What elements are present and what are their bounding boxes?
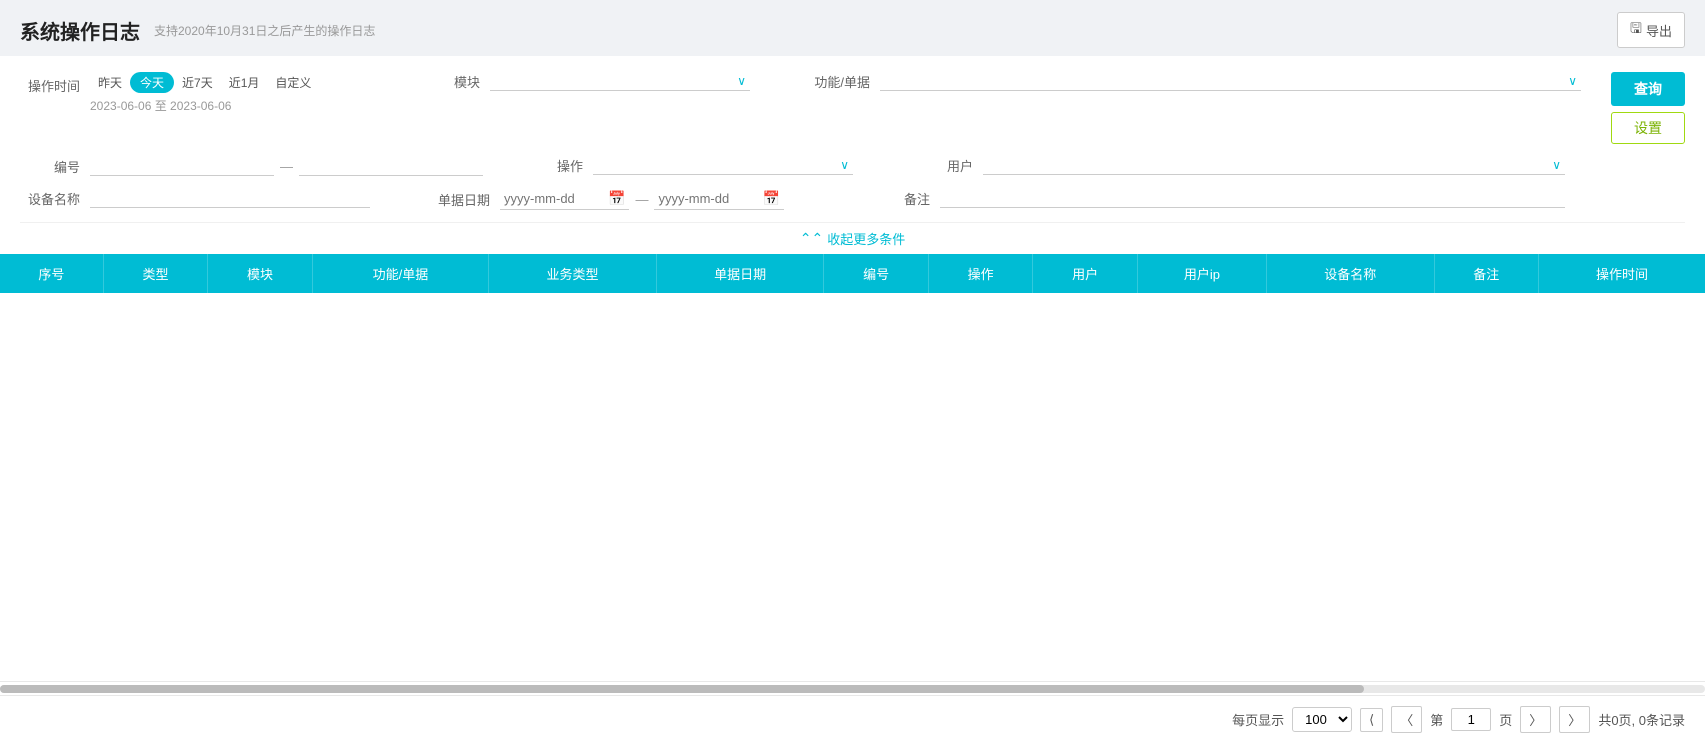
first-page-btn[interactable]: ⟨ — [1360, 708, 1383, 732]
export-button[interactable]: 🖫 导出 — [1617, 12, 1685, 48]
query-button[interactable]: 查询 — [1611, 72, 1685, 106]
id-label: 编号 — [20, 157, 80, 176]
prev-page-btn[interactable]: 〈 — [1391, 706, 1422, 733]
per-page-label: 每页显示 — [1232, 710, 1284, 729]
doc-date-to-input[interactable] — [658, 191, 758, 206]
function-select[interactable]: ∨ — [880, 72, 1581, 91]
time-yesterday-btn[interactable]: 昨天 — [90, 72, 130, 93]
time-filter-buttons: 昨天 今天 近7天 近1月 自定义 — [90, 72, 319, 93]
doc-date-from-input[interactable] — [504, 191, 604, 206]
doc-date-from-wrap: 📅 — [500, 188, 629, 210]
doc-date-label: 单据日期 — [420, 190, 490, 209]
device-input[interactable] — [90, 188, 370, 208]
horizontal-scrollbar[interactable] — [0, 681, 1705, 695]
module-label: 模块 — [420, 72, 480, 91]
col-doc-date: 单据日期 — [656, 254, 824, 293]
col-device: 设备名称 — [1266, 254, 1434, 293]
col-type: 类型 — [103, 254, 207, 293]
per-page-select[interactable]: 100 50 200 — [1292, 707, 1352, 732]
next-page-btn[interactable]: 〉 — [1520, 706, 1551, 733]
col-seq: 序号 — [0, 254, 103, 293]
function-label: 功能/单据 — [800, 72, 870, 91]
export-label: 导出 — [1646, 21, 1672, 40]
total-text: 共0页, 0条记录 — [1598, 710, 1685, 729]
page-title: 系统操作日志 — [20, 16, 140, 45]
last-page-btn[interactable]: 〉 — [1559, 706, 1590, 733]
export-icon: 🖫 — [1630, 18, 1642, 42]
user-dropdown-icon: ∨ — [1552, 158, 1561, 172]
operation-select[interactable]: ∨ — [593, 156, 853, 175]
pagination-bar: 每页显示 100 50 200 ⟨ 〈 第 页 〉 〉 共0页, 0条记录 — [0, 695, 1705, 743]
col-op-time: 操作时间 — [1539, 254, 1705, 293]
page-subtitle: 支持2020年10月31日之后产生的操作日志 — [154, 22, 375, 39]
col-function: 功能/单据 — [312, 254, 488, 293]
remark-input[interactable] — [940, 188, 1565, 208]
col-user-ip: 用户ip — [1137, 254, 1266, 293]
page-label: 第 — [1430, 710, 1443, 729]
time-1month-btn[interactable]: 近1月 — [221, 72, 268, 93]
collapse-label: 收起更多条件 — [827, 229, 905, 248]
remark-label: 备注 — [860, 189, 930, 208]
calendar-from-icon[interactable]: 📅 — [608, 190, 625, 207]
col-operation: 操作 — [928, 254, 1032, 293]
time-custom-btn[interactable]: 自定义 — [267, 72, 319, 93]
module-select[interactable]: ∨ — [490, 72, 750, 91]
time-label: 操作时间 — [20, 76, 80, 95]
col-remark: 备注 — [1434, 254, 1538, 293]
device-label: 设备名称 — [20, 189, 80, 208]
col-id: 编号 — [824, 254, 928, 293]
operation-dropdown-icon: ∨ — [840, 158, 849, 172]
collapse-bar[interactable]: ⌃⌃ 收起更多条件 — [20, 222, 1685, 254]
operation-label: 操作 — [523, 156, 583, 175]
id-to-input[interactable] — [299, 156, 483, 176]
table-header-row: 序号 类型 模块 功能/单据 业务类型 单据日期 编号 操作 用户 用户ip 设… — [0, 254, 1705, 293]
calendar-to-icon[interactable]: 📅 — [762, 190, 779, 207]
page-suffix: 页 — [1499, 710, 1512, 729]
user-select[interactable]: ∨ — [983, 156, 1565, 175]
time-7days-btn[interactable]: 近7天 — [174, 72, 221, 93]
time-today-btn[interactable]: 今天 — [130, 72, 174, 93]
function-dropdown-icon: ∨ — [1568, 74, 1577, 88]
doc-date-to-wrap: 📅 — [654, 188, 783, 210]
user-label: 用户 — [903, 156, 973, 175]
settings-button[interactable]: 设置 — [1611, 112, 1685, 144]
id-from-input[interactable] — [90, 156, 274, 176]
time-range-text: 2023-06-06 至 2023-06-06 — [90, 97, 319, 114]
col-user: 用户 — [1033, 254, 1137, 293]
data-table: 序号 类型 模块 功能/单据 业务类型 单据日期 编号 操作 用户 用户ip 设… — [0, 254, 1705, 681]
col-biz-type: 业务类型 — [489, 254, 657, 293]
page-number-input[interactable] — [1451, 708, 1491, 731]
module-dropdown-icon: ∨ — [737, 74, 746, 88]
col-module: 模块 — [208, 254, 312, 293]
collapse-icon: ⌃⌃ — [800, 230, 823, 247]
